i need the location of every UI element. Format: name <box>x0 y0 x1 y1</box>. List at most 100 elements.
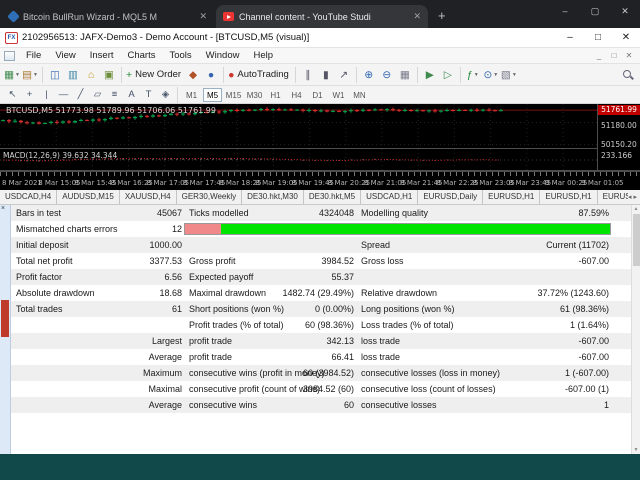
child-close-button[interactable]: ✕ <box>622 51 636 60</box>
child-restore-button[interactable]: □ <box>607 51 621 60</box>
menu-item-insert[interactable]: Insert <box>83 50 121 61</box>
report-row[interactable]: Mismatched charts errors12 <box>11 221 631 237</box>
timeframe-button-m5[interactable]: M5 <box>203 88 222 102</box>
chart-shift-button[interactable]: ▷ <box>439 66 457 84</box>
dropdown-arrow-icon[interactable]: ▼ <box>33 72 38 78</box>
browser-tab[interactable]: Bitcoin BullRun Wizard - MQL5 M✕ <box>2 5 214 28</box>
timeframe-button-m15[interactable]: M15 <box>224 88 243 102</box>
window-close-button[interactable]: ✕ <box>612 32 640 43</box>
chart-area[interactable]: BTCUSD,M5 51773.98 51789.96 51706.06 517… <box>0 104 640 190</box>
chart-tab[interactable]: XAUUSD,H4 <box>120 190 177 204</box>
chart-tab[interactable]: DE30.hkt,M5 <box>304 190 361 204</box>
timeframe-button-m1[interactable]: M1 <box>182 88 201 102</box>
report-row[interactable]: Absolute drawdown18.68Maximal drawdown14… <box>11 285 631 301</box>
child-minimize-button[interactable]: _ <box>592 51 606 60</box>
browser-close-button[interactable]: ✕ <box>610 0 640 22</box>
new-order-button[interactable]: +New Order <box>125 66 184 84</box>
report-row[interactable]: Bars in test45067Ticks modelled4324048Mo… <box>11 205 631 221</box>
data-window-button[interactable]: ▥ <box>64 66 82 84</box>
menu-item-window[interactable]: Window <box>199 50 247 61</box>
zoom-out-button[interactable]: ⊖ <box>378 66 396 84</box>
report-row[interactable]: Maximumconsecutive wins (profit in money… <box>11 365 631 381</box>
horizontal-line-tool[interactable]: — <box>55 87 72 102</box>
panel-close-button[interactable]: × <box>1 205 5 212</box>
community-button[interactable]: ● <box>202 66 220 84</box>
tab-close-icon[interactable]: ✕ <box>199 11 207 22</box>
fibonacci-tool[interactable]: ≡ <box>106 87 123 102</box>
chart-tab[interactable]: EURUSD,Daily <box>418 190 483 204</box>
report-row[interactable]: Total net profit3377.53Gross profit3984.… <box>11 253 631 269</box>
grid-button[interactable]: ▦ <box>396 66 414 84</box>
channel-tool[interactable]: ▱ <box>89 87 106 102</box>
dropdown-arrow-icon[interactable]: ▼ <box>512 72 517 78</box>
report-row[interactable]: Maximalconsecutive profit (count of wins… <box>11 381 631 397</box>
menu-item-charts[interactable]: Charts <box>121 50 163 61</box>
browser-minimize-button[interactable]: – <box>550 0 580 22</box>
metaeditor-button[interactable]: ◆ <box>184 66 202 84</box>
price-axis[interactable]: 51761.99 51180.00 50150.20 233.166 <box>597 104 640 170</box>
menu-item-tools[interactable]: Tools <box>162 50 198 61</box>
timeframe-button-d1[interactable]: D1 <box>308 88 327 102</box>
menu-item-help[interactable]: Help <box>246 50 280 61</box>
candle-chart-button[interactable]: ▮ <box>317 66 335 84</box>
report-row[interactable]: Averageprofit trade66.41loss trade-607.0… <box>11 349 631 365</box>
window-restore-button[interactable]: □ <box>584 32 612 43</box>
chart-tab[interactable]: DE30.hkt,M30 <box>242 190 304 204</box>
cursor-tool[interactable]: ↖ <box>4 87 21 102</box>
line-chart-button[interactable]: ↗ <box>335 66 353 84</box>
chart-tab[interactable]: USDCAD,H4 <box>0 190 57 204</box>
new-tab-button[interactable]: + <box>438 8 446 23</box>
report-row[interactable]: Initial deposit1000.00SpreadCurrent (117… <box>11 237 631 253</box>
scroll-down-icon[interactable]: ▼ <box>632 446 640 454</box>
market-watch-button[interactable]: ◫ <box>46 66 64 84</box>
timeframe-button-m30[interactable]: M30 <box>245 88 264 102</box>
scrollbar-thumb[interactable] <box>633 214 640 266</box>
navigator-button[interactable]: ⌂ <box>82 66 100 84</box>
new-chart-button[interactable]: ▦▼ <box>3 66 21 84</box>
report-row[interactable]: Averageconsecutive wins60consecutive los… <box>11 397 631 413</box>
dropdown-arrow-icon[interactable]: ▼ <box>474 72 479 78</box>
chart-tab[interactable]: EURUSD.hkt,H1 <box>598 190 628 204</box>
profiles-button[interactable]: ▤▼ <box>21 66 39 84</box>
dropdown-arrow-icon[interactable]: ▼ <box>15 72 20 78</box>
chart-tab[interactable]: AUDUSD,M15 <box>57 190 120 204</box>
label-tool[interactable]: T <box>140 87 157 102</box>
browser-maximize-button[interactable]: ▢ <box>580 0 610 22</box>
report-scrollbar[interactable]: ▲ ▼ <box>631 205 640 454</box>
shapes-dropdown[interactable]: ◈ <box>157 87 174 102</box>
menu-item-file[interactable]: File <box>19 50 48 61</box>
scroll-up-icon[interactable]: ▲ <box>632 205 640 213</box>
chart-tab[interactable]: EURUSD,H1 <box>540 190 597 204</box>
report-row[interactable]: Profit factor6.56Expected payoff55.37 <box>11 269 631 285</box>
chart-tab[interactable]: EURUSD,H1 <box>483 190 540 204</box>
timeframe-button-w1[interactable]: W1 <box>329 88 348 102</box>
chart-tab[interactable]: GER30,Weekly <box>177 190 243 204</box>
indicators-button[interactable]: ƒ▼ <box>464 66 482 84</box>
tab-scroll-left-button[interactable]: ◂ <box>628 194 632 201</box>
search-icon[interactable] <box>622 69 634 81</box>
toolbox-button[interactable]: ▣ <box>100 66 118 84</box>
zoom-in-button[interactable]: ⊕ <box>360 66 378 84</box>
window-minimize-button[interactable]: – <box>556 32 584 43</box>
browser-tab[interactable]: Channel content - YouTube Studi✕ <box>216 5 428 28</box>
vertical-line-tool[interactable]: | <box>38 87 55 102</box>
timeframe-button-h4[interactable]: H4 <box>287 88 306 102</box>
timeframe-button-h1[interactable]: H1 <box>266 88 285 102</box>
report-row[interactable]: Largestprofit trade342.13loss trade-607.… <box>11 333 631 349</box>
timeframe-button-mn[interactable]: MN <box>350 88 369 102</box>
menu-item-view[interactable]: View <box>48 50 82 61</box>
bar-chart-button[interactable]: ∥ <box>299 66 317 84</box>
templates-button[interactable]: ▧▼ <box>500 66 518 84</box>
chart-tab[interactable]: USDCAD,H1 <box>361 190 418 204</box>
periods-button[interactable]: ⊙▼ <box>482 66 500 84</box>
time-axis[interactable]: 8 Mar 20218 Mar 15:058 Mar 15:458 Mar 16… <box>0 171 640 190</box>
report-row[interactable]: Total trades61Short positions (won %)0 (… <box>11 301 631 317</box>
trendline-tool[interactable]: ╱ <box>72 87 89 102</box>
tab-close-icon[interactable]: ✕ <box>413 11 421 22</box>
autotrading-button[interactable]: ●AutoTrading <box>227 66 292 84</box>
crosshair-tool[interactable]: + <box>21 87 38 102</box>
auto-scroll-button[interactable]: ▶ <box>421 66 439 84</box>
tab-scroll-right-button[interactable]: ▸ <box>633 194 637 201</box>
report-row[interactable]: Profit trades (% of total)60 (98.36%)Los… <box>11 317 631 333</box>
text-tool[interactable]: A <box>123 87 140 102</box>
